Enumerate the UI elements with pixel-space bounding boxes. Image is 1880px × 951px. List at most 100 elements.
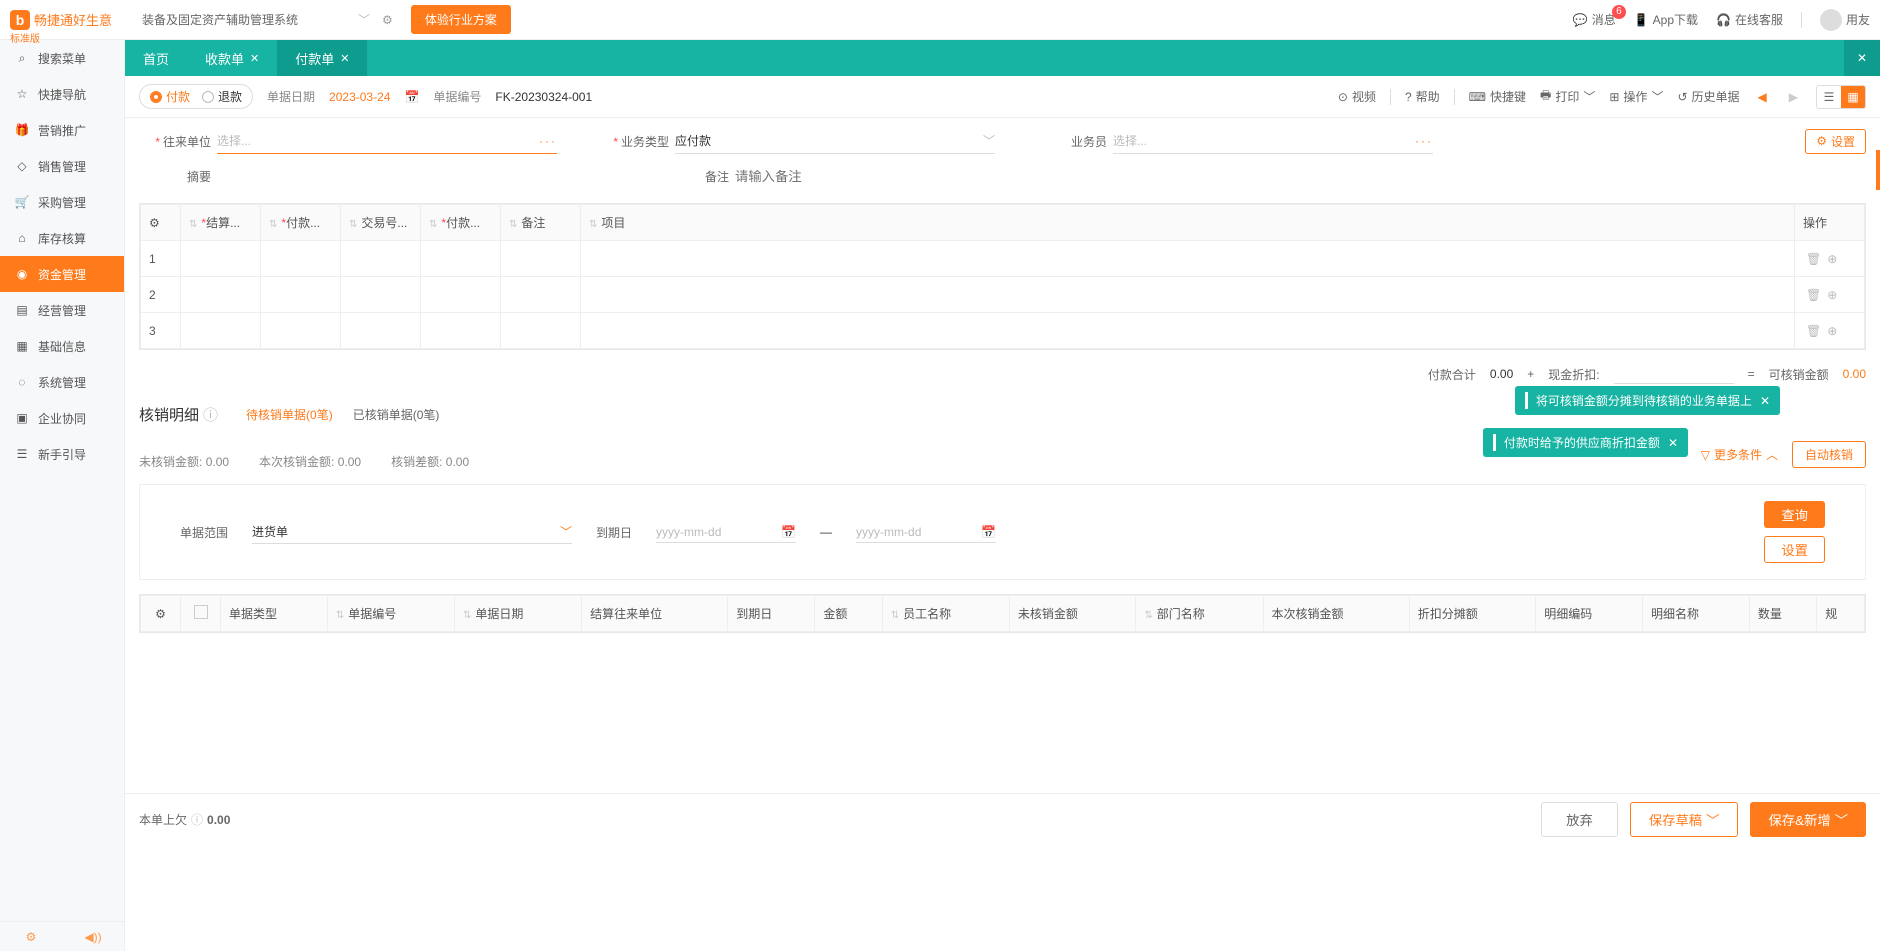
close-all-tabs-icon[interactable]: ✕	[1844, 40, 1880, 76]
sidebar-item[interactable]: 🛒采购管理	[0, 184, 124, 220]
info-icon[interactable]: ⓘ	[203, 404, 218, 425]
table-cell[interactable]	[341, 277, 421, 313]
table-cell[interactable]	[261, 241, 341, 277]
staff-select[interactable]: 选择... ···	[1113, 128, 1433, 154]
auto-verify-button[interactable]: 自动核销	[1792, 441, 1866, 468]
print-link[interactable]: 🖶打印 ﹀	[1540, 86, 1595, 107]
messages-link[interactable]: 💬 消息 6	[1573, 11, 1616, 28]
table-cell[interactable]	[501, 313, 581, 349]
radio-refund[interactable]: 退款	[202, 88, 242, 105]
table-cell[interactable]	[341, 241, 421, 277]
column-header[interactable]: ⇅项目	[581, 205, 1795, 241]
radio-payment[interactable]: 付款	[150, 88, 190, 105]
copy-icon[interactable]: ⊕	[1827, 252, 1837, 266]
operate-link[interactable]: ⊞操作 ﹀	[1609, 88, 1663, 105]
column-header[interactable]: ⇅单据编号	[327, 596, 454, 632]
table-cell[interactable]	[181, 313, 261, 349]
view-card-icon[interactable]: ▦	[1841, 86, 1865, 108]
column-header[interactable]: ⇅*结算...	[181, 205, 261, 241]
table-cell[interactable]	[501, 277, 581, 313]
video-link[interactable]: ⊙视频	[1338, 88, 1376, 105]
gear-icon[interactable]: ⚙	[149, 216, 160, 230]
gear-icon[interactable]: ⚙	[382, 13, 393, 27]
table-cell[interactable]	[421, 313, 501, 349]
info-icon[interactable]: ⓘ	[191, 811, 203, 828]
sidebar-settings-icon[interactable]: ⚙	[0, 922, 62, 951]
column-header[interactable]: ⇅单据日期	[454, 596, 581, 632]
checkbox-all[interactable]	[194, 605, 208, 619]
more-conditions-link[interactable]: ▽ 更多条件 ︿	[1701, 446, 1778, 463]
column-header[interactable]: ⇅备注	[501, 205, 581, 241]
filter-settings-button[interactable]: 设置	[1764, 536, 1825, 563]
copy-icon[interactable]: ⊕	[1827, 324, 1837, 338]
prev-doc-icon[interactable]: ◀	[1754, 90, 1771, 104]
column-header[interactable]: ⇅部门名称	[1136, 596, 1263, 632]
save-draft-button[interactable]: 保存草稿 ﹀	[1630, 802, 1739, 837]
sidebar-item[interactable]: ▦基础信息	[0, 328, 124, 364]
app-download-link[interactable]: 📱 App下载	[1634, 11, 1698, 28]
user-menu[interactable]: 用友	[1820, 9, 1870, 31]
sidebar-item[interactable]: ⌕搜索菜单	[0, 40, 124, 76]
sidebar-item[interactable]: ⌂库存核算	[0, 220, 124, 256]
query-button[interactable]: 查询	[1764, 501, 1825, 528]
column-header[interactable]: ⇅*付款...	[421, 205, 501, 241]
close-icon[interactable]: ✕	[250, 52, 259, 65]
column-header[interactable]: ⇅交易号...	[341, 205, 421, 241]
view-list-icon[interactable]: ☰	[1817, 86, 1841, 108]
close-icon[interactable]: ✕	[340, 52, 349, 65]
sidebar-item[interactable]: ▤经营管理	[0, 292, 124, 328]
table-cell[interactable]	[501, 241, 581, 277]
experience-button[interactable]: 体验行业方案	[411, 5, 511, 34]
settings-button[interactable]: ⚙ 设置	[1805, 129, 1866, 154]
sidebar-item[interactable]: 🎁营销推广	[0, 112, 124, 148]
discard-button[interactable]: 放弃	[1541, 802, 1618, 837]
table-cell[interactable]	[181, 241, 261, 277]
table-cell[interactable]	[581, 241, 1795, 277]
column-header[interactable]: ⇅员工名称	[882, 596, 1009, 632]
close-icon[interactable]: ✕	[1760, 394, 1770, 408]
tab[interactable]: 首页	[125, 40, 187, 76]
customer-service-link[interactable]: 🎧 在线客服	[1716, 11, 1783, 28]
table-cell[interactable]	[581, 277, 1795, 313]
summary-input[interactable]	[217, 173, 557, 181]
table-cell[interactable]	[181, 277, 261, 313]
doc-range-select[interactable]: 进货单 ﹀	[252, 520, 572, 544]
remark-input[interactable]	[735, 169, 1075, 185]
date-to-input[interactable]: yyyy-mm-dd 📅	[856, 522, 996, 543]
shortcut-link[interactable]: ⌨快捷键	[1469, 88, 1526, 105]
sidebar-item[interactable]: ☰新手引导	[0, 436, 124, 472]
copy-icon[interactable]: ⊕	[1827, 288, 1837, 302]
tab[interactable]: 收款单✕	[187, 40, 277, 76]
sidebar-item[interactable]: ◇销售管理	[0, 148, 124, 184]
table-cell[interactable]	[341, 313, 421, 349]
tab-verified[interactable]: 已核销单据(0笔)	[353, 406, 440, 423]
sidebar-item[interactable]: ◉资金管理	[0, 256, 124, 292]
sidebar-item[interactable]: ◌系统管理	[0, 364, 124, 400]
table-cell[interactable]	[261, 313, 341, 349]
save-new-button[interactable]: 保存&新增 ﹀	[1750, 802, 1866, 837]
date-from-input[interactable]: yyyy-mm-dd 📅	[656, 522, 796, 543]
delete-icon[interactable]: 🗑	[1806, 252, 1821, 266]
doc-date-value[interactable]: 2023-03-24	[329, 90, 390, 104]
discount-input[interactable]	[1614, 364, 1734, 384]
table-cell[interactable]	[261, 277, 341, 313]
calendar-icon[interactable]: 📅	[404, 90, 419, 104]
history-link[interactable]: ↺历史单据	[1677, 88, 1739, 105]
delete-icon[interactable]: 🗑	[1806, 288, 1821, 302]
close-icon[interactable]: ✕	[1668, 436, 1678, 450]
table-cell[interactable]	[421, 241, 501, 277]
help-link[interactable]: ?帮助	[1405, 88, 1440, 105]
next-doc-icon[interactable]: ▶	[1785, 90, 1802, 104]
sidebar-collapse-icon[interactable]: ◀))	[62, 922, 124, 951]
table-cell[interactable]	[421, 277, 501, 313]
column-header[interactable]: ⇅*付款...	[261, 205, 341, 241]
tab[interactable]: 付款单✕	[277, 40, 367, 76]
delete-icon[interactable]: 🗑	[1806, 324, 1821, 338]
partner-select[interactable]: 选择... ···	[217, 128, 557, 154]
biztype-select[interactable]: 应付款 ﹀	[675, 128, 995, 154]
tab-pending-verify[interactable]: 待核销单据(0笔)	[246, 406, 333, 423]
sidebar-item[interactable]: ☆快捷导航	[0, 76, 124, 112]
system-selector[interactable]: 装备及固定资产辅助管理系统 ﹀	[142, 11, 370, 28]
gear-icon[interactable]: ⚙	[155, 607, 166, 621]
table-cell[interactable]	[581, 313, 1795, 349]
